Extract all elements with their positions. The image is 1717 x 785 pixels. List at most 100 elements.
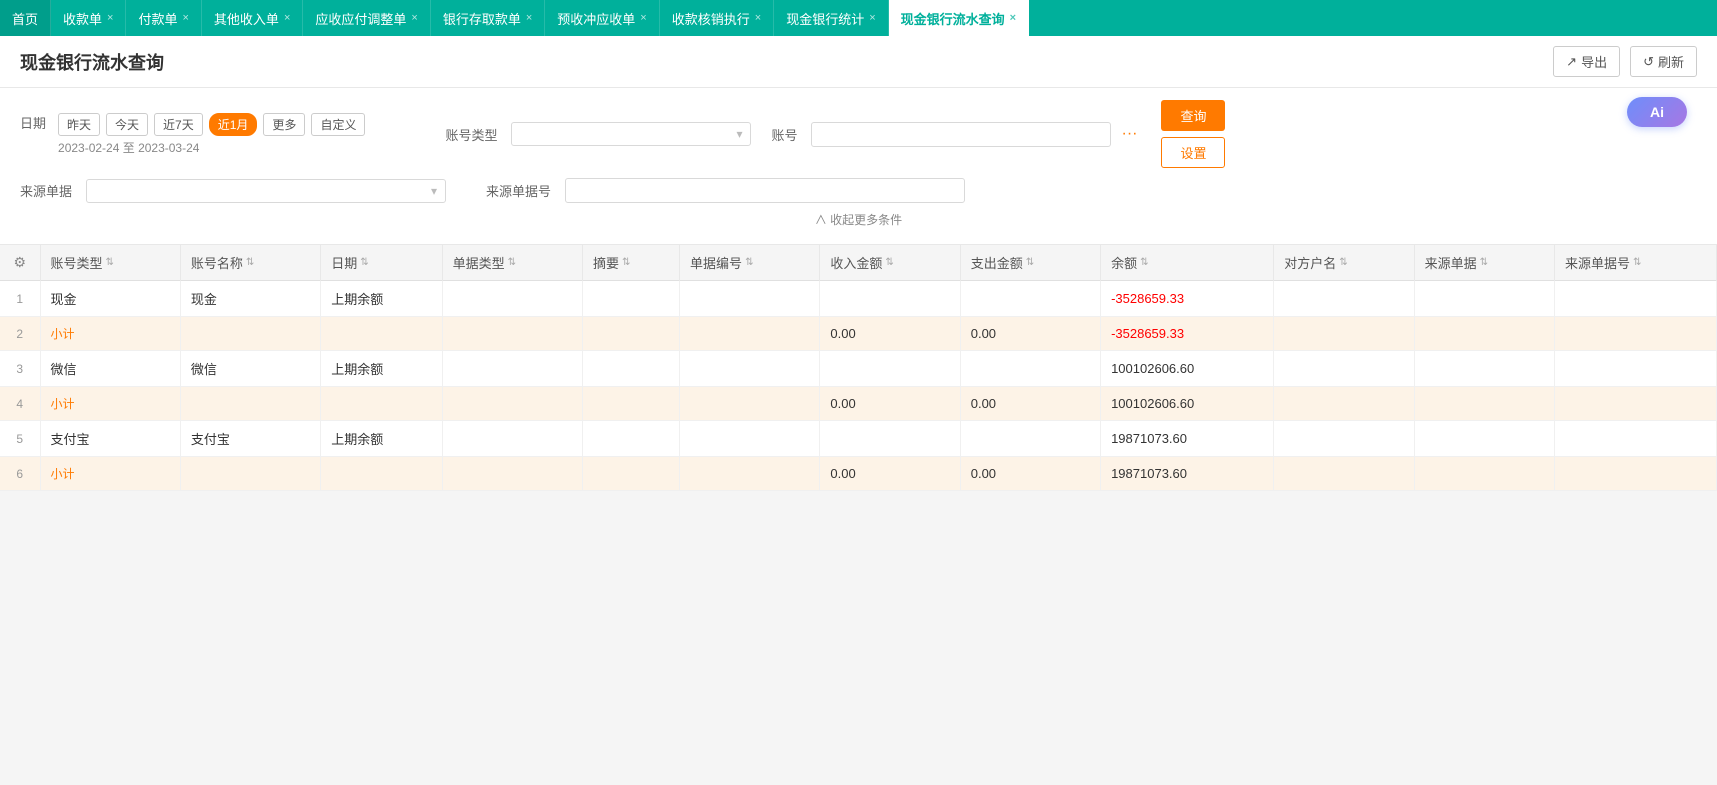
cell-doc-no bbox=[680, 421, 820, 457]
cell-doc-type bbox=[442, 317, 582, 351]
cell-balance: 100102606.60 bbox=[1101, 351, 1274, 387]
th-doc-type[interactable]: 单据类型⇅ bbox=[442, 245, 582, 281]
th-doc-no[interactable]: 单据编号⇅ bbox=[680, 245, 820, 281]
cell-date bbox=[321, 317, 442, 351]
nav-close-5[interactable]: × bbox=[640, 12, 646, 24]
cell-counterpart bbox=[1274, 387, 1414, 421]
nav-tab-8[interactable]: 现金银行流水查询 × bbox=[889, 0, 1029, 36]
cell-balance: -3528659.33 bbox=[1101, 281, 1274, 317]
th-settings[interactable]: ⚙ bbox=[0, 245, 40, 281]
cell-account-type: 小计 bbox=[40, 317, 180, 351]
cell-income: 0.00 bbox=[820, 317, 960, 351]
table-area: ⚙ 账号类型⇅ 账号名称⇅ 日期⇅ 单据类型⇅ 摘要⇅ 单据编号 bbox=[0, 245, 1717, 491]
nav-tab-0[interactable]: 收款单 × bbox=[51, 0, 126, 36]
export-button[interactable]: ↗ 导出 bbox=[1553, 46, 1620, 77]
action-buttons: 查询 设置 bbox=[1161, 100, 1225, 168]
source-doc-select[interactable]: ▾ bbox=[86, 179, 446, 203]
nav-close-8[interactable]: × bbox=[1010, 12, 1016, 24]
nav-close-4[interactable]: × bbox=[526, 12, 532, 24]
sort-icon-doc-no: ⇅ bbox=[745, 257, 753, 268]
data-table: ⚙ 账号类型⇅ 账号名称⇅ 日期⇅ 单据类型⇅ 摘要⇅ 单据编号 bbox=[0, 245, 1717, 491]
nav-close-1[interactable]: × bbox=[182, 12, 188, 24]
date-buttons: 昨天 今天 近7天 近1月 更多 自定义 bbox=[58, 113, 365, 136]
cell-income: 0.00 bbox=[820, 387, 960, 421]
query-button[interactable]: 查询 bbox=[1161, 100, 1225, 131]
th-income[interactable]: 收入金额⇅ bbox=[820, 245, 960, 281]
cell-account-type: 小计 bbox=[40, 387, 180, 421]
account-dots-button[interactable]: ··· bbox=[1117, 125, 1141, 143]
date-btn-today[interactable]: 今天 bbox=[106, 113, 148, 136]
refresh-button[interactable]: ↺ 刷新 bbox=[1630, 46, 1697, 77]
nav-close-3[interactable]: × bbox=[411, 12, 417, 24]
cell-expense: 0.00 bbox=[960, 387, 1100, 421]
sort-icon-source-doc: ⇅ bbox=[1480, 257, 1488, 268]
date-label: 日期 bbox=[20, 113, 46, 132]
cell-account-type: 支付宝 bbox=[40, 421, 180, 457]
ai-badge[interactable]: Ai bbox=[1627, 97, 1687, 127]
nav-tab-5[interactable]: 预收冲应收单 × bbox=[545, 0, 659, 36]
nav-tab-2[interactable]: 其他收入单 × bbox=[202, 0, 303, 36]
cell-counterpart bbox=[1274, 317, 1414, 351]
cell-income bbox=[820, 421, 960, 457]
cell-balance: -3528659.33 bbox=[1101, 317, 1274, 351]
cell-source-doc-no bbox=[1554, 281, 1716, 317]
nav-tab-4[interactable]: 银行存取款单 × bbox=[431, 0, 545, 36]
filter-row-1: 日期 昨天 今天 近7天 近1月 更多 自定义 2023-02-24 至 202… bbox=[20, 100, 1697, 168]
th-account-type[interactable]: 账号类型⇅ bbox=[40, 245, 180, 281]
th-balance[interactable]: 余额⇅ bbox=[1101, 245, 1274, 281]
date-btn-7days[interactable]: 近7天 bbox=[154, 113, 203, 136]
nav-tab-6[interactable]: 收款核销执行 × bbox=[660, 0, 774, 36]
date-btn-custom[interactable]: 自定义 bbox=[311, 113, 365, 136]
account-type-filter: 账号类型 ▾ bbox=[445, 122, 751, 146]
cell-date bbox=[321, 387, 442, 421]
nav-tab-1[interactable]: 付款单 × bbox=[126, 0, 201, 36]
collapse-bar[interactable]: ∧ 收起更多条件 bbox=[20, 207, 1697, 232]
export-icon: ↗ bbox=[1566, 54, 1577, 70]
settings-gear-icon[interactable]: ⚙ bbox=[13, 254, 26, 270]
th-account-name[interactable]: 账号名称⇅ bbox=[180, 245, 320, 281]
nav-home[interactable]: 首页 bbox=[0, 0, 51, 36]
sort-icon-income: ⇅ bbox=[885, 257, 893, 268]
source-doc-chevron-icon: ▾ bbox=[431, 184, 437, 198]
cell-account-name: 支付宝 bbox=[180, 421, 320, 457]
cell-source-doc bbox=[1414, 421, 1554, 457]
nav-close-0[interactable]: × bbox=[107, 12, 113, 24]
page-header: 现金银行流水查询 ↗ 导出 ↺ 刷新 bbox=[0, 36, 1717, 88]
nav-close-2[interactable]: × bbox=[284, 12, 290, 24]
date-btn-more[interactable]: 更多 bbox=[263, 113, 305, 136]
th-source-doc[interactable]: 来源单据⇅ bbox=[1414, 245, 1554, 281]
cell-doc-type bbox=[442, 421, 582, 457]
cell-source-doc-no bbox=[1554, 457, 1716, 491]
cell-doc-type bbox=[442, 457, 582, 491]
cell-index: 1 bbox=[0, 281, 40, 317]
cell-counterpart bbox=[1274, 281, 1414, 317]
source-doc-no-input[interactable] bbox=[565, 178, 965, 203]
cell-income bbox=[820, 351, 960, 387]
nav-close-6[interactable]: × bbox=[755, 12, 761, 24]
cell-source-doc bbox=[1414, 351, 1554, 387]
date-btn-1month[interactable]: 近1月 bbox=[209, 113, 258, 136]
th-counterpart[interactable]: 对方户名⇅ bbox=[1274, 245, 1414, 281]
th-source-doc-no[interactable]: 来源单据号⇅ bbox=[1554, 245, 1716, 281]
th-summary[interactable]: 摘要⇅ bbox=[582, 245, 679, 281]
nav-tab-7[interactable]: 现金银行统计 × bbox=[774, 0, 888, 36]
cell-date: 上期余额 bbox=[321, 351, 442, 387]
date-filter: 日期 昨天 今天 近7天 近1月 更多 自定义 2023-02-24 至 202… bbox=[20, 113, 365, 156]
cell-summary bbox=[582, 421, 679, 457]
cell-summary bbox=[582, 281, 679, 317]
cell-expense: 0.00 bbox=[960, 457, 1100, 491]
cell-date: 上期余额 bbox=[321, 421, 442, 457]
settings-button[interactable]: 设置 bbox=[1161, 137, 1225, 168]
cell-account-name: 微信 bbox=[180, 351, 320, 387]
cell-expense bbox=[960, 351, 1100, 387]
nav-close-7[interactable]: × bbox=[869, 12, 875, 24]
date-btn-yesterday[interactable]: 昨天 bbox=[58, 113, 100, 136]
account-type-select[interactable]: ▾ bbox=[511, 122, 751, 146]
account-input[interactable] bbox=[811, 122, 1111, 147]
th-expense[interactable]: 支出金额⇅ bbox=[960, 245, 1100, 281]
table-row: 1现金现金上期余额-3528659.33 bbox=[0, 281, 1717, 317]
th-date[interactable]: 日期⇅ bbox=[321, 245, 442, 281]
nav-tab-3[interactable]: 应收应付调整单 × bbox=[303, 0, 430, 36]
cell-doc-type bbox=[442, 281, 582, 317]
sort-icon-balance: ⇅ bbox=[1140, 257, 1148, 268]
